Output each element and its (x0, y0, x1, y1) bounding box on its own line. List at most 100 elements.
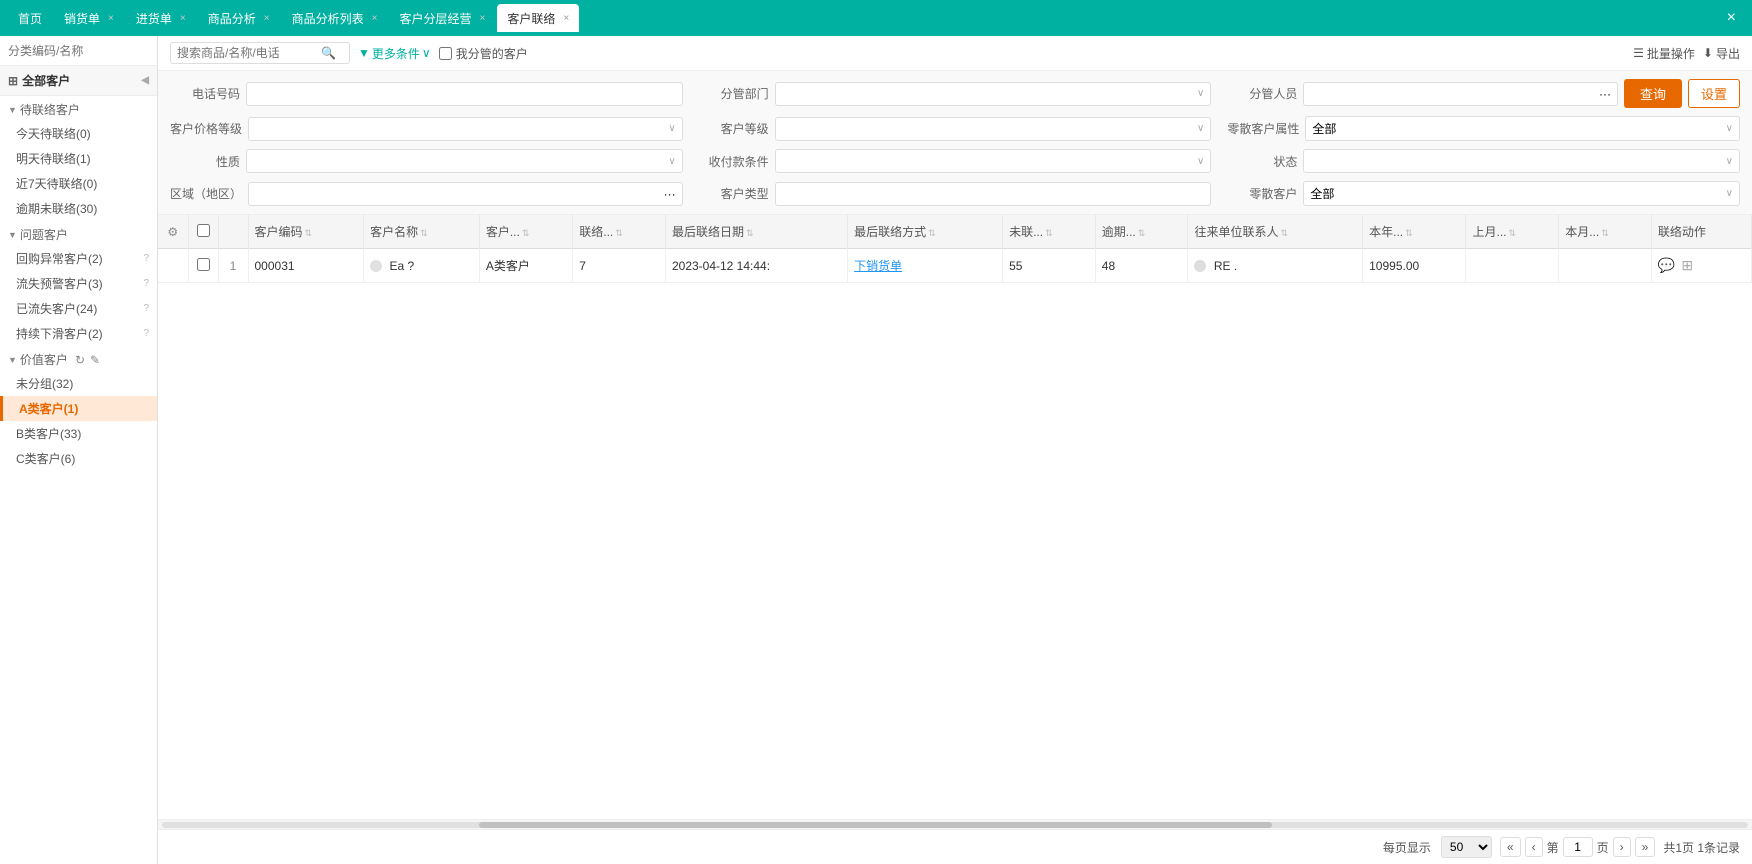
chevron-down-icon: ∨ (1726, 123, 1733, 134)
th-last-date[interactable]: 最后联络日期⇅ (665, 215, 847, 249)
sidebar-search-input[interactable] (8, 44, 158, 58)
sidebar-item-unclassified[interactable]: 未分组(32) (0, 371, 157, 396)
th-category[interactable]: 客户...⇅ (479, 215, 572, 249)
th-this-month[interactable]: 本月...⇅ (1559, 215, 1652, 249)
sidebar-item-declining[interactable]: 持续下滑客户(2) ? (0, 321, 157, 346)
horizontal-scrollbar[interactable] (158, 819, 1752, 829)
th-last-month[interactable]: 上月...⇅ (1466, 215, 1559, 249)
sidebar-item-class-b[interactable]: B类客户(33) (0, 421, 157, 446)
sidebar-item-class-a[interactable]: A类客户(1) (0, 396, 157, 421)
td-last-month (1466, 249, 1559, 283)
sidebar-item-class-c[interactable]: C类客户(6) (0, 446, 157, 471)
gear-icon[interactable]: ⚙ (167, 225, 178, 239)
scrollbar-thumb[interactable] (479, 822, 1272, 828)
filter-input-manager[interactable]: ··· (1303, 82, 1618, 106)
unit-contact-text: RE . (1214, 259, 1237, 273)
tab-product-analysis[interactable]: 商品分析 × (198, 4, 280, 32)
th-customer-code[interactable]: 客户编码⇅ (248, 215, 364, 249)
chat-icon[interactable]: 💬 (1658, 257, 1675, 274)
close-icon[interactable]: × (180, 13, 186, 24)
close-icon[interactable]: × (563, 13, 569, 24)
th-overdue[interactable]: 逾期...⇅ (1095, 215, 1188, 249)
grid-icon: ⊞ (8, 74, 18, 88)
filter-input-phone[interactable] (246, 82, 683, 106)
last-method-link[interactable]: 下销货单 (854, 259, 902, 273)
sidebar-item-7days-pending[interactable]: 近7天待联络(0) (0, 171, 157, 196)
chevron-down-icon: ∨ (1726, 156, 1733, 167)
filter-input-region[interactable]: ··· (248, 182, 683, 206)
th-unit-contact[interactable]: 往来单位联系人⇅ (1188, 215, 1363, 249)
more-filters-button[interactable]: ▼ 更多条件 ∨ (358, 45, 431, 62)
search-icon[interactable]: 🔍 (321, 46, 336, 60)
sidebar-item-today-pending[interactable]: 今天待联络(0) (0, 121, 157, 146)
tab-product-analysis-list[interactable]: 商品分析列表 × (282, 4, 388, 32)
content-area: 🔍 ▼ 更多条件 ∨ 我分管的客户 ☰ 批量操作 ⬇ 导出 (158, 36, 1752, 864)
my-customers-checkbox-input[interactable] (439, 47, 452, 60)
tab-sales-order[interactable]: 销货单 × (54, 4, 124, 32)
sort-icon: ⇅ (522, 228, 530, 238)
sort-icon: ⇅ (420, 228, 428, 238)
refresh-icon[interactable]: ↻ (75, 353, 85, 367)
close-all-tabs-button[interactable]: × (1719, 9, 1744, 27)
filter-input-retail-customer[interactable]: 全部 ∨ (1303, 181, 1740, 206)
triangle-icon: ▼ (8, 105, 17, 115)
th-contact[interactable]: 联络...⇅ (573, 215, 666, 249)
sidebar-item-overdue-contact[interactable]: 逾期未联络(30) (0, 196, 157, 221)
customer-name-text[interactable]: Ea ? (390, 259, 415, 273)
next-page-button[interactable]: › (1613, 837, 1631, 857)
tab-customer-contact[interactable]: 客户联络 × (497, 4, 579, 32)
tab-home[interactable]: 首页 (8, 4, 52, 32)
filter-input-department[interactable]: ∨ (775, 82, 1212, 106)
last-page-button[interactable]: » (1635, 837, 1656, 857)
settings-button[interactable]: 设置 (1688, 79, 1740, 108)
page-size-select[interactable]: 50 100 200 (1441, 836, 1492, 858)
td-uncontacted: 55 (1003, 249, 1096, 283)
td-actions: 💬 ⊞ (1651, 249, 1751, 283)
qr-icon[interactable]: ⊞ (1681, 257, 1693, 274)
filter-input-nature[interactable]: ∨ (246, 149, 683, 173)
filter-label-retail-customer: 零散客户 (1227, 185, 1297, 202)
chevron-down-icon: ∨ (1726, 188, 1733, 199)
sidebar-item-churned[interactable]: 已流失客户(24) ? (0, 296, 157, 321)
export-button[interactable]: ⬇ 导出 (1703, 45, 1740, 62)
th-gear[interactable]: ⚙ (158, 215, 188, 249)
filter-input-payment[interactable]: ∨ (775, 149, 1212, 173)
sidebar-group-pending-contact: ▼ 待联络客户 (0, 96, 157, 121)
tab-purchase-order[interactable]: 进货单 × (126, 4, 196, 32)
sidebar-group-problem-customers: ▼ 问题客户 (0, 221, 157, 246)
edit-icon[interactable]: ✎ (90, 353, 100, 367)
filter-input-customer-grade[interactable]: ∨ (775, 117, 1212, 141)
prev-page-button[interactable]: ‹ (1525, 837, 1543, 857)
filter-input-status[interactable]: ∨ (1303, 149, 1740, 173)
filter-input-price-grade[interactable]: ∨ (248, 117, 683, 141)
sidebar-item-churn-warning[interactable]: 流失预警客户(3) ? (0, 271, 157, 296)
my-customers-checkbox[interactable]: 我分管的客户 (439, 45, 528, 62)
close-icon[interactable]: × (479, 13, 485, 24)
sidebar-item-tomorrow-pending[interactable]: 明天待联络(1) (0, 146, 157, 171)
th-last-method[interactable]: 最后联络方式⇅ (848, 215, 1003, 249)
close-icon[interactable]: × (108, 13, 114, 24)
th-uncontacted[interactable]: 未联...⇅ (1003, 215, 1096, 249)
td-name: Ea ? (364, 249, 480, 283)
help-icon: ? (143, 328, 149, 339)
th-customer-name[interactable]: 客户名称⇅ (364, 215, 480, 249)
chevron-down-icon: ∨ (668, 123, 675, 134)
all-customers-header[interactable]: ⊞ 全部客户 ◀ (0, 66, 157, 96)
first-page-button[interactable]: « (1500, 837, 1521, 857)
advanced-filters: 电话号码 分管部门 ∨ 分管人员 ··· 查询 设置 (158, 71, 1752, 215)
select-all-checkbox[interactable] (197, 224, 210, 237)
tab-customer-tier[interactable]: 客户分层经营 × (389, 4, 495, 32)
batch-operation-button[interactable]: ☰ 批量操作 (1633, 45, 1695, 62)
filter-input-retail-attr[interactable]: 全部 ∨ (1305, 116, 1740, 141)
close-icon[interactable]: × (372, 13, 378, 24)
filter-label-payment: 收付款条件 (699, 153, 769, 170)
sidebar-item-repurchase-abnormal[interactable]: 回购异常客户(2) ? (0, 246, 157, 271)
close-icon[interactable]: × (264, 13, 270, 24)
row-checkbox[interactable] (197, 258, 210, 271)
query-button[interactable]: 查询 (1624, 79, 1682, 108)
th-this-year[interactable]: 本年...⇅ (1363, 215, 1466, 249)
filter-input-customer-type[interactable] (775, 182, 1212, 206)
page-number-input[interactable] (1563, 837, 1593, 857)
filter-label-phone: 电话号码 (170, 85, 240, 102)
search-input[interactable] (177, 46, 317, 60)
